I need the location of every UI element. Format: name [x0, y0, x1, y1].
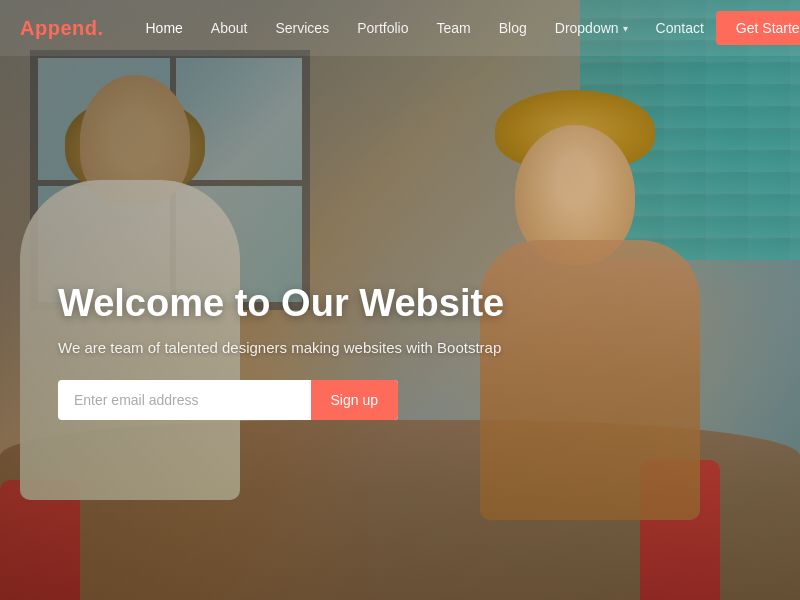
nav-contact[interactable]: Contact: [644, 12, 716, 44]
nav-blog[interactable]: Blog: [487, 12, 539, 44]
nav-dropdown-label: Dropdown: [555, 20, 619, 36]
nav-services[interactable]: Services: [263, 12, 341, 44]
hero-title: Welcome to Our Website: [58, 281, 504, 327]
brand-name: Append: [20, 17, 97, 39]
nav-team[interactable]: Team: [425, 12, 483, 44]
nav-portfolio[interactable]: Portfolio: [345, 12, 420, 44]
email-input[interactable]: [58, 380, 311, 420]
hero-section: Append. Home About Services Portfolio Te…: [0, 0, 800, 600]
brand-accent: .: [97, 17, 103, 39]
get-started-button[interactable]: Get Started: [716, 11, 800, 45]
brand-logo[interactable]: Append.: [20, 17, 104, 40]
hero-content: Welcome to Our Website We are team of ta…: [58, 281, 504, 420]
signup-button[interactable]: Sign up: [311, 380, 398, 420]
navbar: Append. Home About Services Portfolio Te…: [0, 0, 800, 56]
nav-about[interactable]: About: [199, 12, 260, 44]
nav-links: Home About Services Portfolio Team Blog …: [134, 12, 716, 44]
nav-home[interactable]: Home: [134, 12, 195, 44]
hero-form: Sign up: [58, 380, 398, 420]
chevron-down-icon: ▾: [623, 23, 628, 34]
hero-subtitle: We are team of talented designers making…: [58, 339, 504, 356]
nav-dropdown[interactable]: Dropdown ▾: [543, 12, 640, 44]
